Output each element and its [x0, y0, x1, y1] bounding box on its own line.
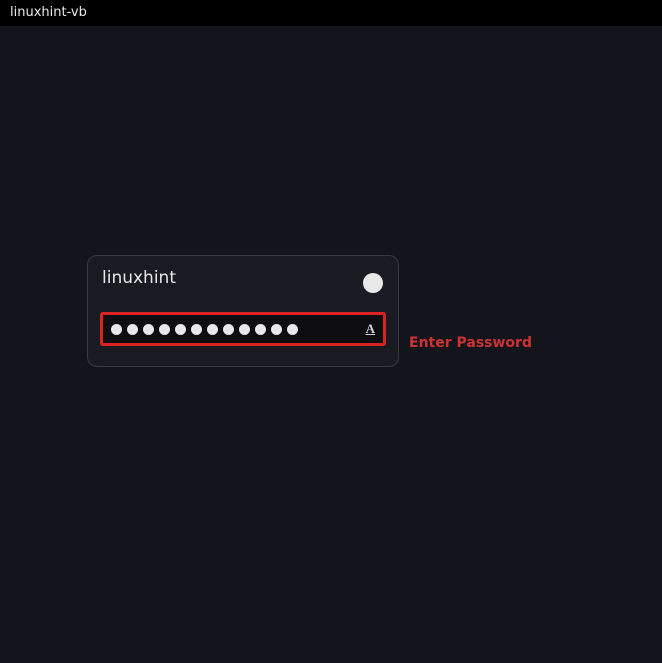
session-selector-icon[interactable]: [362, 272, 384, 294]
login-header: linuxhint: [100, 268, 386, 294]
password-mask: [111, 324, 298, 335]
password-dot: [271, 324, 282, 335]
password-dot: [143, 324, 154, 335]
enter-password-annotation: Enter Password: [409, 335, 532, 351]
desktop-background: linuxhint-vb linuxhint A Enter Password: [0, 0, 662, 663]
username-label: linuxhint: [100, 268, 176, 288]
password-row: A: [100, 312, 386, 346]
top-bar: linuxhint-vb: [0, 0, 662, 26]
hostname-label: linuxhint-vb: [10, 5, 87, 20]
password-dot: [255, 324, 266, 335]
password-dot: [111, 324, 122, 335]
password-dot: [191, 324, 202, 335]
password-input[interactable]: A: [100, 312, 386, 346]
password-dot: [127, 324, 138, 335]
password-dot: [159, 324, 170, 335]
password-dot: [239, 324, 250, 335]
password-dot: [287, 324, 298, 335]
login-panel: linuxhint A: [87, 255, 399, 367]
caps-lock-icon: A: [366, 321, 375, 337]
password-dot: [207, 324, 218, 335]
password-dot: [175, 324, 186, 335]
password-dot: [223, 324, 234, 335]
